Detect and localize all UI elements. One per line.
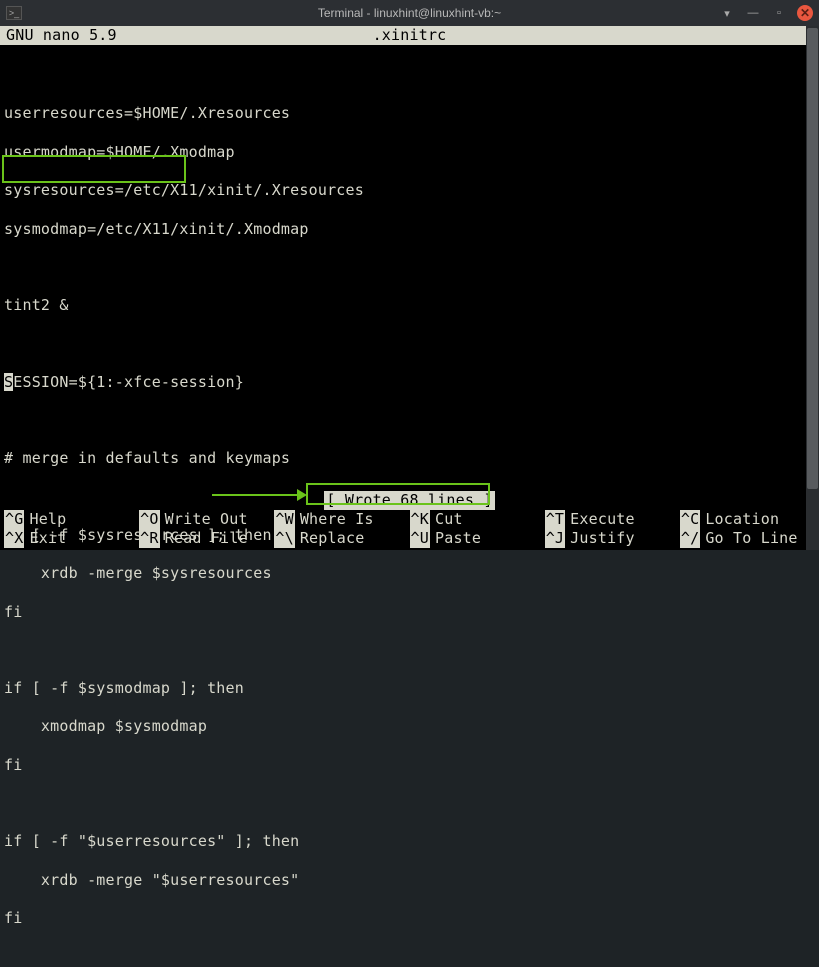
cursor: S (4, 373, 13, 391)
terminal-icon: >_ (6, 6, 22, 20)
shortcut-location[interactable]: ^CLocation (680, 510, 815, 529)
shortcut-replace[interactable]: ^\Replace (274, 529, 409, 548)
minimize-button[interactable]: — (745, 5, 761, 21)
editor-line: # merge in defaults and keymaps (4, 449, 815, 468)
editor-line: SESSION=${1:-xfce-session} (4, 373, 815, 392)
editor-line: fi (4, 909, 815, 928)
editor-line (4, 794, 815, 813)
window-title: Terminal - linuxhint@linuxhint-vb:~ (318, 6, 501, 20)
shortcut-help[interactable]: ^GHelp (4, 510, 139, 529)
shortcuts-row-1: ^GHelp ^OWrite Out ^WWhere Is ^KCut ^TEx… (4, 510, 815, 529)
editor-line: xmodmap $sysmodmap (4, 717, 815, 736)
editor-line: xrdb -merge "$userresources" (4, 871, 815, 890)
shortcut-justify[interactable]: ^JJustify (545, 529, 680, 548)
shortcut-readfile[interactable]: ^RRead File (139, 529, 274, 548)
editor-line (4, 334, 815, 353)
shortcut-writeout[interactable]: ^OWrite Out (139, 510, 274, 529)
nano-app-name: GNU nano 5.9 (6, 26, 117, 45)
editor-line: tint2 & (4, 296, 815, 315)
window-controls: ▾ — ▫ ✕ (719, 5, 813, 21)
scrollbar-thumb[interactable] (807, 28, 818, 489)
editor-line: usermodmap=$HOME/.Xmodmap (4, 143, 815, 162)
shortcut-cut[interactable]: ^KCut (410, 510, 545, 529)
maximize-button[interactable]: ▫ (771, 5, 787, 21)
editor-line: xrdb -merge $sysresources (4, 564, 815, 583)
nano-header: GNU nano 5.9 .xinitrc (0, 26, 819, 45)
dropdown-button[interactable]: ▾ (719, 5, 735, 21)
editor-line (4, 258, 815, 277)
window-titlebar: >_ Terminal - linuxhint@linuxhint-vb:~ ▾… (0, 0, 819, 26)
editor-line: fi (4, 756, 815, 775)
editor-line: userresources=$HOME/.Xresources (4, 104, 815, 123)
editor-line: if [ -f "$userresources" ]; then (4, 832, 815, 851)
shortcut-gotoline[interactable]: ^/Go To Line (680, 529, 815, 548)
editor-line: if [ -f $sysmodmap ]; then (4, 679, 815, 698)
editor-line (4, 411, 815, 430)
editor-line (4, 641, 815, 660)
shortcut-execute[interactable]: ^TExecute (545, 510, 680, 529)
editor-line: fi (4, 603, 815, 622)
shortcut-paste[interactable]: ^UPaste (410, 529, 545, 548)
status-message: [ Wrote 68 lines ] (324, 491, 494, 510)
close-button[interactable]: ✕ (797, 5, 813, 21)
scrollbar[interactable] (806, 26, 819, 550)
shortcuts-bar: ^GHelp ^OWrite Out ^WWhere Is ^KCut ^TEx… (4, 510, 815, 548)
shortcuts-row-2: ^XExit ^RRead File ^\Replace ^UPaste ^JJ… (4, 529, 815, 548)
editor-line: sysmodmap=/etc/X11/xinit/.Xmodmap (4, 220, 815, 239)
terminal-area[interactable]: GNU nano 5.9 .xinitrc userresources=$HOM… (0, 26, 819, 550)
editor-line (4, 66, 815, 85)
nano-filename: .xinitrc (373, 26, 447, 45)
editor-line: sysresources=/etc/X11/xinit/.Xresources (4, 181, 815, 200)
status-row: [ Wrote 68 lines ] (0, 491, 819, 510)
shortcut-whereis[interactable]: ^WWhere Is (274, 510, 409, 529)
shortcut-exit[interactable]: ^XExit (4, 529, 139, 548)
